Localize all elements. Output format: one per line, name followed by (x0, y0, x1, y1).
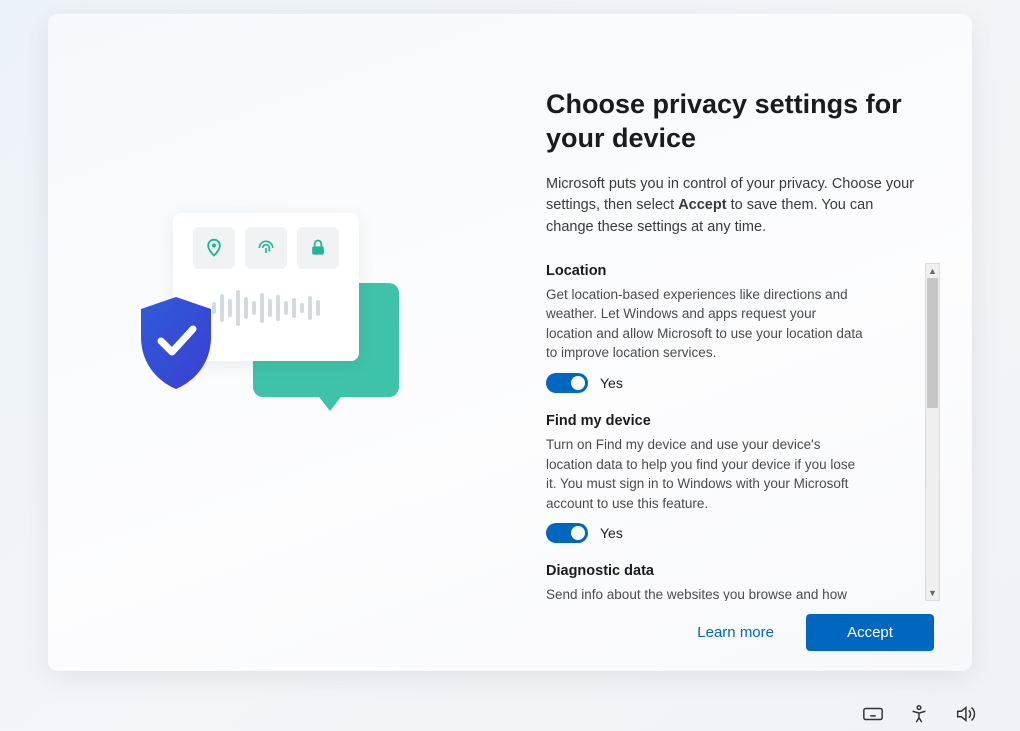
taskbar-tray (862, 703, 976, 725)
learn-more-button[interactable]: Learn more (687, 616, 784, 649)
icon-row (185, 227, 347, 269)
page-title: Choose privacy settings for your device (546, 88, 906, 156)
settings-scroll-region: Location Get location-based experiences … (546, 263, 940, 592)
lock-icon (297, 227, 339, 269)
subtitle-accept-word: Accept (678, 197, 726, 213)
find-my-device-toggle-label: Yes (600, 525, 623, 541)
settings-list: Location Get location-based experiences … (546, 263, 925, 601)
location-pin-icon (193, 227, 235, 269)
find-my-device-toggle[interactable] (546, 523, 588, 543)
setting-find-my-device: Find my device Turn on Find my device an… (546, 413, 895, 543)
volume-icon[interactable] (954, 703, 976, 725)
content-pane: Choose privacy settings for your device … (508, 14, 972, 671)
setting-location-desc: Get location-based experiences like dire… (546, 285, 866, 363)
scrollbar[interactable]: ▲ ▼ (925, 263, 940, 601)
accessibility-icon[interactable] (908, 703, 930, 725)
scroll-thumb[interactable] (927, 278, 938, 408)
setting-diagnostic-title: Diagnostic data (546, 563, 895, 579)
setting-location: Location Get location-based experiences … (546, 263, 895, 393)
keyboard-icon[interactable] (862, 703, 884, 725)
privacy-illustration (133, 213, 413, 433)
setting-diagnostic-desc: Send info about the websites you browse … (546, 585, 866, 601)
setting-location-title: Location (546, 263, 895, 279)
setting-find-my-device-title: Find my device (546, 413, 895, 429)
accept-button[interactable]: Accept (806, 614, 934, 651)
fingerprint-icon (245, 227, 287, 269)
illustration-pane (48, 14, 508, 671)
scroll-down-arrow-icon[interactable]: ▼ (926, 586, 939, 600)
privacy-settings-dialog: Choose privacy settings for your device … (48, 14, 972, 671)
shield-check-icon (131, 293, 221, 393)
page-subtitle: Microsoft puts you in control of your pr… (546, 174, 916, 239)
scroll-up-arrow-icon[interactable]: ▲ (926, 264, 939, 278)
setting-find-my-device-toggle-row: Yes (546, 523, 895, 543)
setting-location-toggle-row: Yes (546, 373, 895, 393)
setting-find-my-device-desc: Turn on Find my device and use your devi… (546, 435, 866, 513)
setting-diagnostic-data: Diagnostic data Send info about the webs… (546, 563, 895, 601)
location-toggle-label: Yes (600, 375, 623, 391)
dialog-button-row: Learn more Accept (546, 614, 940, 651)
location-toggle[interactable] (546, 373, 588, 393)
